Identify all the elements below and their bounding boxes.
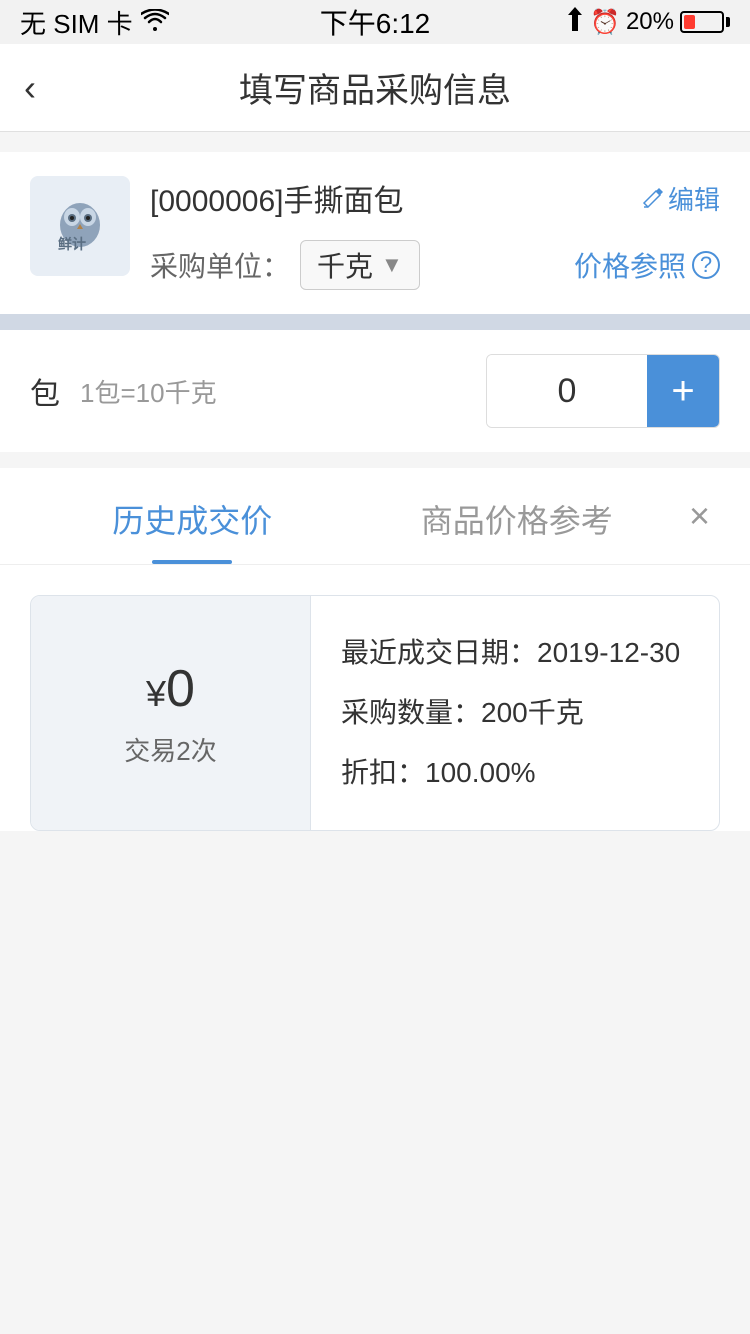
location-icon: [566, 7, 584, 38]
date-value: 2019-12-30: [537, 637, 680, 668]
discount-value: 100.00%: [425, 757, 536, 788]
price-ref-label: 价格参照: [574, 245, 686, 285]
tabs-close-button[interactable]: ×: [679, 485, 720, 547]
tab-history-price[interactable]: 历史成交价: [30, 468, 354, 564]
unit-conversion-hint: 1包=10千克: [80, 373, 466, 410]
alarm-icon: ⏰: [590, 8, 620, 37]
price-reference-button[interactable]: 价格参照 ?: [574, 245, 720, 285]
date-label: 最近成交日期：: [341, 637, 537, 668]
status-left: 无 SIM 卡: [20, 4, 169, 41]
unit-label: 采购单位：: [150, 245, 290, 285]
product-info: [0000006]手撕面包 编辑 采购单位： 千克 ▼ 价格参照: [150, 176, 720, 290]
battery-icon: [680, 11, 730, 33]
status-right: ⏰ 20%: [566, 7, 730, 38]
price-display: ¥0: [146, 659, 195, 719]
nav-bar: ‹ 填写商品采购信息: [0, 44, 750, 132]
unit-value: 千克: [317, 245, 373, 285]
section-divider: [0, 314, 750, 330]
edit-label: 编辑: [668, 180, 720, 217]
status-bar: 无 SIM 卡 下午6:12 ⏰ 20%: [0, 0, 750, 44]
unit-select[interactable]: 千克 ▼: [300, 240, 420, 290]
qty-label: 采购数量：: [341, 697, 481, 728]
battery-pct: 20%: [626, 8, 674, 36]
edit-button[interactable]: 编辑: [642, 180, 720, 217]
product-section: 鲜计 [0000006]手撕面包 编辑 采购单位： 千克 ▼: [0, 152, 750, 314]
qty-value: 200千克: [481, 697, 584, 728]
back-button[interactable]: ‹: [24, 67, 36, 109]
wifi-icon: [141, 7, 169, 38]
quantity-input-group: 0 +: [486, 354, 720, 428]
trade-count: 交易2次: [124, 731, 216, 768]
status-time: 下午6:12: [320, 2, 431, 42]
dropdown-icon: ▼: [381, 252, 403, 278]
tab-price-reference[interactable]: 商品价格参考: [354, 468, 678, 564]
product-header: [0000006]手撕面包 编辑: [150, 176, 720, 220]
product-name: [0000006]手撕面包: [150, 176, 403, 220]
history-card: ¥0 交易2次 最近成交日期：2019-12-30 采购数量：200千克 折扣：…: [30, 595, 720, 831]
card-left-panel: ¥0 交易2次: [31, 596, 311, 830]
tabs-section: 历史成交价 商品价格参考 × ¥0 交易2次 最近成交日期：2019-12-30…: [0, 468, 750, 831]
tabs-header: 历史成交价 商品价格参考 ×: [0, 468, 750, 565]
signal-label: 无 SIM 卡: [20, 4, 133, 41]
quantity-row: 包 1包=10千克 0 +: [0, 330, 750, 452]
price-value: 0: [166, 660, 195, 718]
product-unit-row: 采购单位： 千克 ▼ 价格参照 ?: [150, 240, 720, 290]
card-right-panel: 最近成交日期：2019-12-30 采购数量：200千克 折扣：100.00%: [311, 596, 719, 830]
page-title: 填写商品采购信息: [239, 63, 511, 112]
currency-symbol: ¥: [146, 673, 166, 714]
package-unit-label: 包: [30, 369, 60, 413]
purchase-qty-line: 采购数量：200千克: [341, 692, 689, 734]
quantity-input[interactable]: 0: [487, 355, 647, 427]
discount-line: 折扣：100.00%: [341, 752, 689, 794]
discount-label: 折扣：: [341, 757, 425, 788]
product-logo-icon: 鲜计: [50, 191, 110, 261]
svg-text:鲜计: 鲜计: [58, 236, 86, 251]
trade-date-line: 最近成交日期：2019-12-30: [341, 632, 689, 674]
help-icon: ?: [692, 251, 720, 279]
quantity-plus-button[interactable]: +: [647, 355, 719, 427]
product-thumbnail: 鲜计: [30, 176, 130, 276]
